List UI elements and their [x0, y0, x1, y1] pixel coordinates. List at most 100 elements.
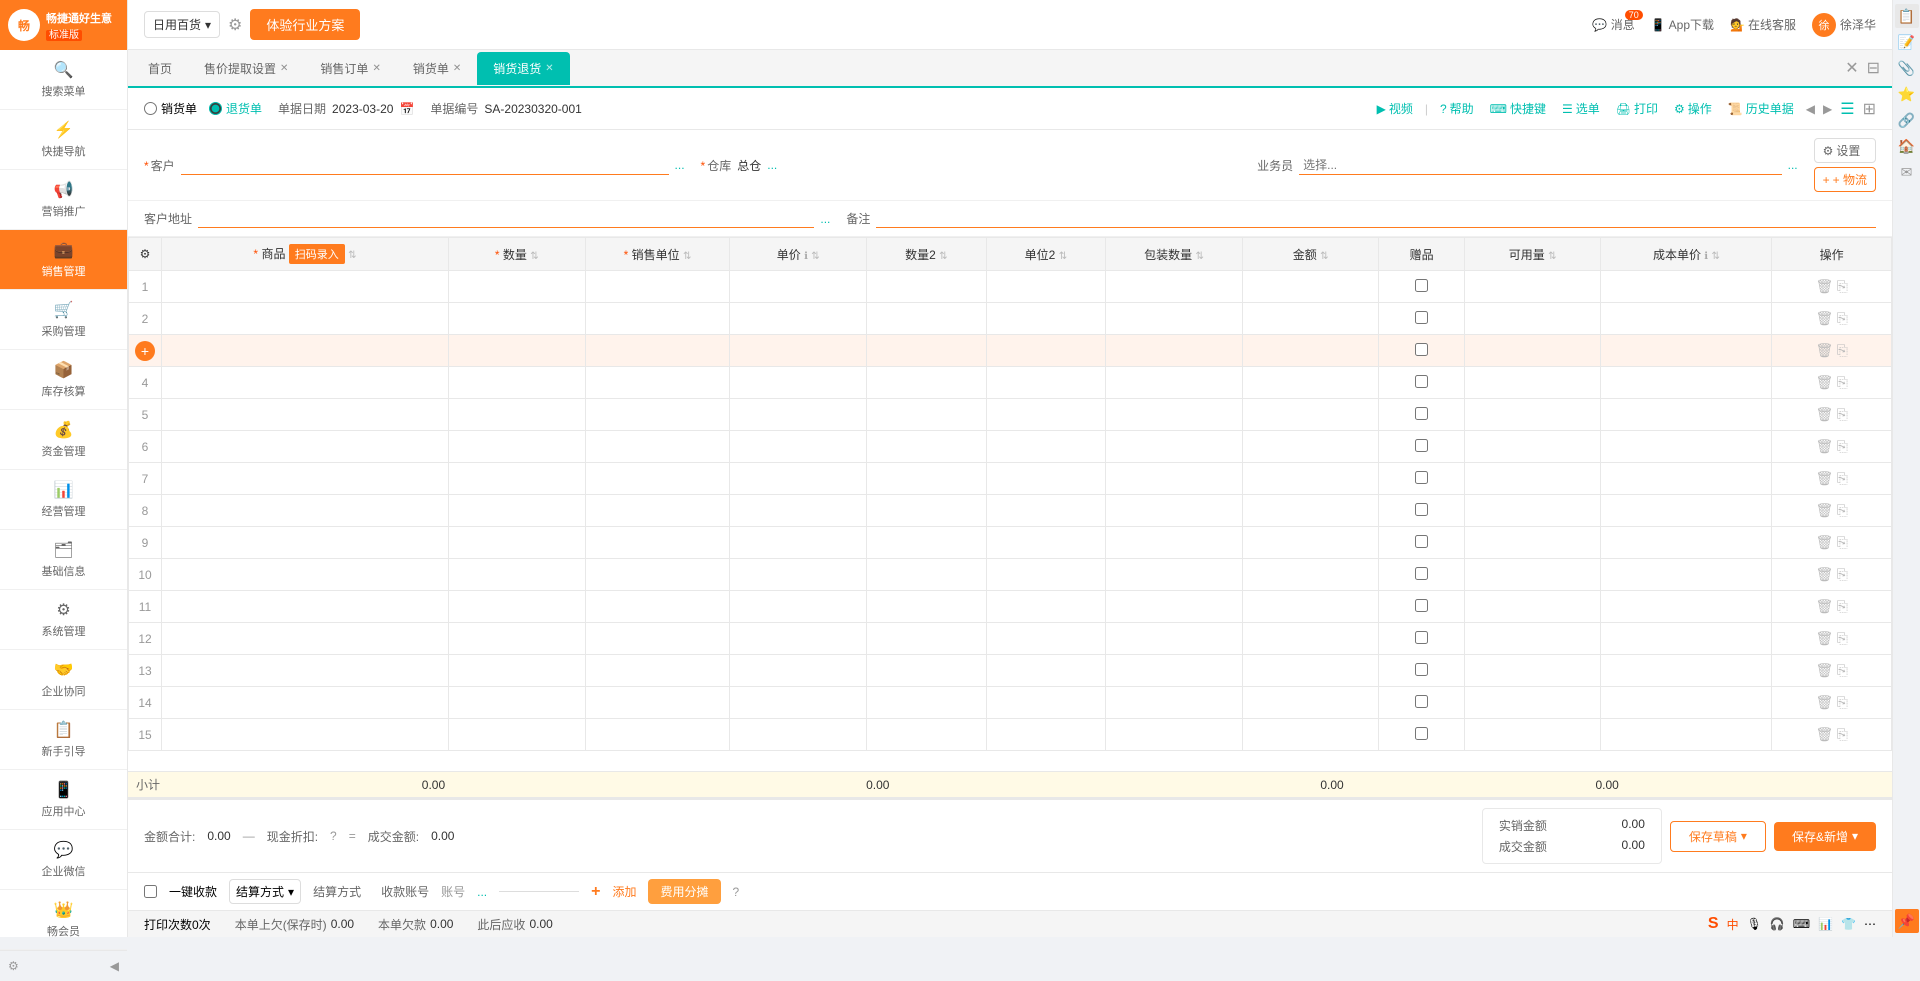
- qty-cell[interactable]: [448, 623, 585, 655]
- cost-price-cell[interactable]: [1601, 431, 1772, 463]
- unit-cell[interactable]: [585, 655, 730, 687]
- gift-checkbox[interactable]: [1415, 727, 1428, 740]
- amount-cell[interactable]: [1242, 623, 1379, 655]
- rp-icon-5[interactable]: 🔗: [1895, 108, 1919, 132]
- price-info-icon[interactable]: ℹ: [804, 251, 808, 262]
- sidebar-item-member[interactable]: 👑 畅会员: [0, 890, 127, 950]
- unit2-cell[interactable]: [986, 271, 1106, 303]
- th-gear[interactable]: ⚙: [129, 238, 162, 271]
- list-view-icon[interactable]: ☰: [1840, 99, 1854, 119]
- delete-row-icon[interactable]: 🗑: [1815, 342, 1833, 358]
- cost-info-icon[interactable]: ℹ: [1704, 251, 1708, 262]
- operation-btn[interactable]: ⚙ 操作: [1670, 98, 1716, 119]
- cost-price-cell[interactable]: [1601, 367, 1772, 399]
- gift-checkbox[interactable]: [1415, 407, 1428, 420]
- pack-qty-cell[interactable]: [1106, 687, 1243, 719]
- available-cell[interactable]: [1464, 463, 1601, 495]
- gift-cell[interactable]: [1379, 399, 1464, 431]
- price-cell[interactable]: [730, 687, 867, 719]
- product-cell[interactable]: [162, 559, 449, 591]
- product-cell[interactable]: [162, 399, 449, 431]
- product-cell[interactable]: [162, 335, 449, 367]
- amount-cell[interactable]: [1242, 303, 1379, 335]
- settings-btn[interactable]: ⚙ 设置: [1814, 138, 1876, 163]
- product-cell[interactable]: [162, 303, 449, 335]
- gift-checkbox[interactable]: [1415, 375, 1428, 388]
- user-menu[interactable]: 徐 徐泽华: [1812, 13, 1876, 37]
- settle-method-select[interactable]: 结算方式 ▾: [229, 879, 301, 904]
- available-cell[interactable]: [1464, 591, 1601, 623]
- qty2-cell[interactable]: [867, 271, 987, 303]
- delete-row-icon[interactable]: 🗑: [1815, 278, 1833, 294]
- gift-cell[interactable]: [1379, 559, 1464, 591]
- unit-cell[interactable]: [585, 367, 730, 399]
- unit2-cell[interactable]: [986, 719, 1106, 751]
- product-cell[interactable]: [162, 527, 449, 559]
- gift-checkbox[interactable]: [1415, 535, 1428, 548]
- amount-cell[interactable]: [1242, 527, 1379, 559]
- qty2-cell[interactable]: [867, 655, 987, 687]
- sidebar-item-enterprise[interactable]: 🤝 企业协同: [0, 650, 127, 710]
- unit2-cell[interactable]: [986, 495, 1106, 527]
- available-cell[interactable]: [1464, 335, 1601, 367]
- expense-split-btn[interactable]: 费用分摊: [648, 879, 720, 904]
- available-cell[interactable]: [1464, 527, 1601, 559]
- cost-price-cell[interactable]: [1601, 527, 1772, 559]
- table-icon[interactable]: 📊: [1818, 917, 1833, 931]
- unit2-cell[interactable]: [986, 687, 1106, 719]
- gift-cell[interactable]: [1379, 367, 1464, 399]
- tab-sales-delivery-close[interactable]: ✕: [453, 63, 461, 74]
- pack-qty-cell[interactable]: [1106, 335, 1243, 367]
- gift-cell[interactable]: [1379, 303, 1464, 335]
- cost-price-cell[interactable]: [1601, 559, 1772, 591]
- copy-row-icon[interactable]: ⎘: [1837, 726, 1848, 742]
- cost-price-cell[interactable]: [1601, 399, 1772, 431]
- price-cell[interactable]: [730, 559, 867, 591]
- unit2-cell[interactable]: [986, 655, 1106, 687]
- unit2-cell[interactable]: [986, 335, 1106, 367]
- tab-close-all[interactable]: ✕: [1845, 58, 1858, 78]
- gift-cell[interactable]: [1379, 463, 1464, 495]
- delete-row-icon[interactable]: 🗑: [1815, 374, 1833, 390]
- radio-return[interactable]: 退货单: [209, 100, 262, 117]
- copy-row-icon[interactable]: ⎘: [1837, 310, 1848, 326]
- online-service-btn[interactable]: 💁 在线客服: [1730, 16, 1796, 33]
- gift-checkbox[interactable]: [1415, 311, 1428, 324]
- unit2-cell[interactable]: [986, 623, 1106, 655]
- tab-sales-return-close[interactable]: ✕: [545, 63, 553, 74]
- sidebar-item-basic[interactable]: 🗂 基础信息: [0, 530, 127, 590]
- price-cell[interactable]: [730, 303, 867, 335]
- sidebar-item-inventory[interactable]: 📦 库存核算: [0, 350, 127, 410]
- gift-cell[interactable]: [1379, 335, 1464, 367]
- pack-qty-cell[interactable]: [1106, 367, 1243, 399]
- unit-cell[interactable]: [585, 527, 730, 559]
- qty2-cell[interactable]: [867, 399, 987, 431]
- delete-row-icon[interactable]: 🗑: [1815, 726, 1833, 742]
- price-cell[interactable]: [730, 335, 867, 367]
- copy-row-icon[interactable]: ⎘: [1837, 342, 1848, 358]
- amount-sort-icon[interactable]: ⇅: [1320, 251, 1328, 262]
- gift-checkbox[interactable]: [1415, 599, 1428, 612]
- qty2-cell[interactable]: [867, 367, 987, 399]
- qty2-cell[interactable]: [867, 687, 987, 719]
- pack-qty-cell[interactable]: [1106, 527, 1243, 559]
- amount-cell[interactable]: [1242, 687, 1379, 719]
- unit-sort-icon[interactable]: ⇅: [683, 251, 691, 262]
- gift-checkbox[interactable]: [1415, 279, 1428, 292]
- gift-cell[interactable]: [1379, 495, 1464, 527]
- gift-checkbox[interactable]: [1415, 471, 1428, 484]
- tab-sales-order-close[interactable]: ✕: [372, 63, 380, 74]
- qty-cell[interactable]: [448, 527, 585, 559]
- pack-qty-cell[interactable]: [1106, 303, 1243, 335]
- copy-row-icon[interactable]: ⎘: [1837, 406, 1848, 422]
- copy-row-icon[interactable]: ⎘: [1837, 470, 1848, 486]
- one-click-checkbox[interactable]: [144, 885, 157, 898]
- detail-view-icon[interactable]: ⊞: [1863, 99, 1876, 119]
- cost-price-cell[interactable]: [1601, 335, 1772, 367]
- qty-cell[interactable]: [448, 431, 585, 463]
- copy-row-icon[interactable]: ⎘: [1837, 630, 1848, 646]
- expense-help-icon[interactable]: ?: [733, 885, 740, 899]
- amount-field[interactable]: [499, 891, 579, 892]
- copy-row-icon[interactable]: ⎘: [1837, 502, 1848, 518]
- save-draft-button[interactable]: 保存草稿 ▾: [1670, 821, 1766, 852]
